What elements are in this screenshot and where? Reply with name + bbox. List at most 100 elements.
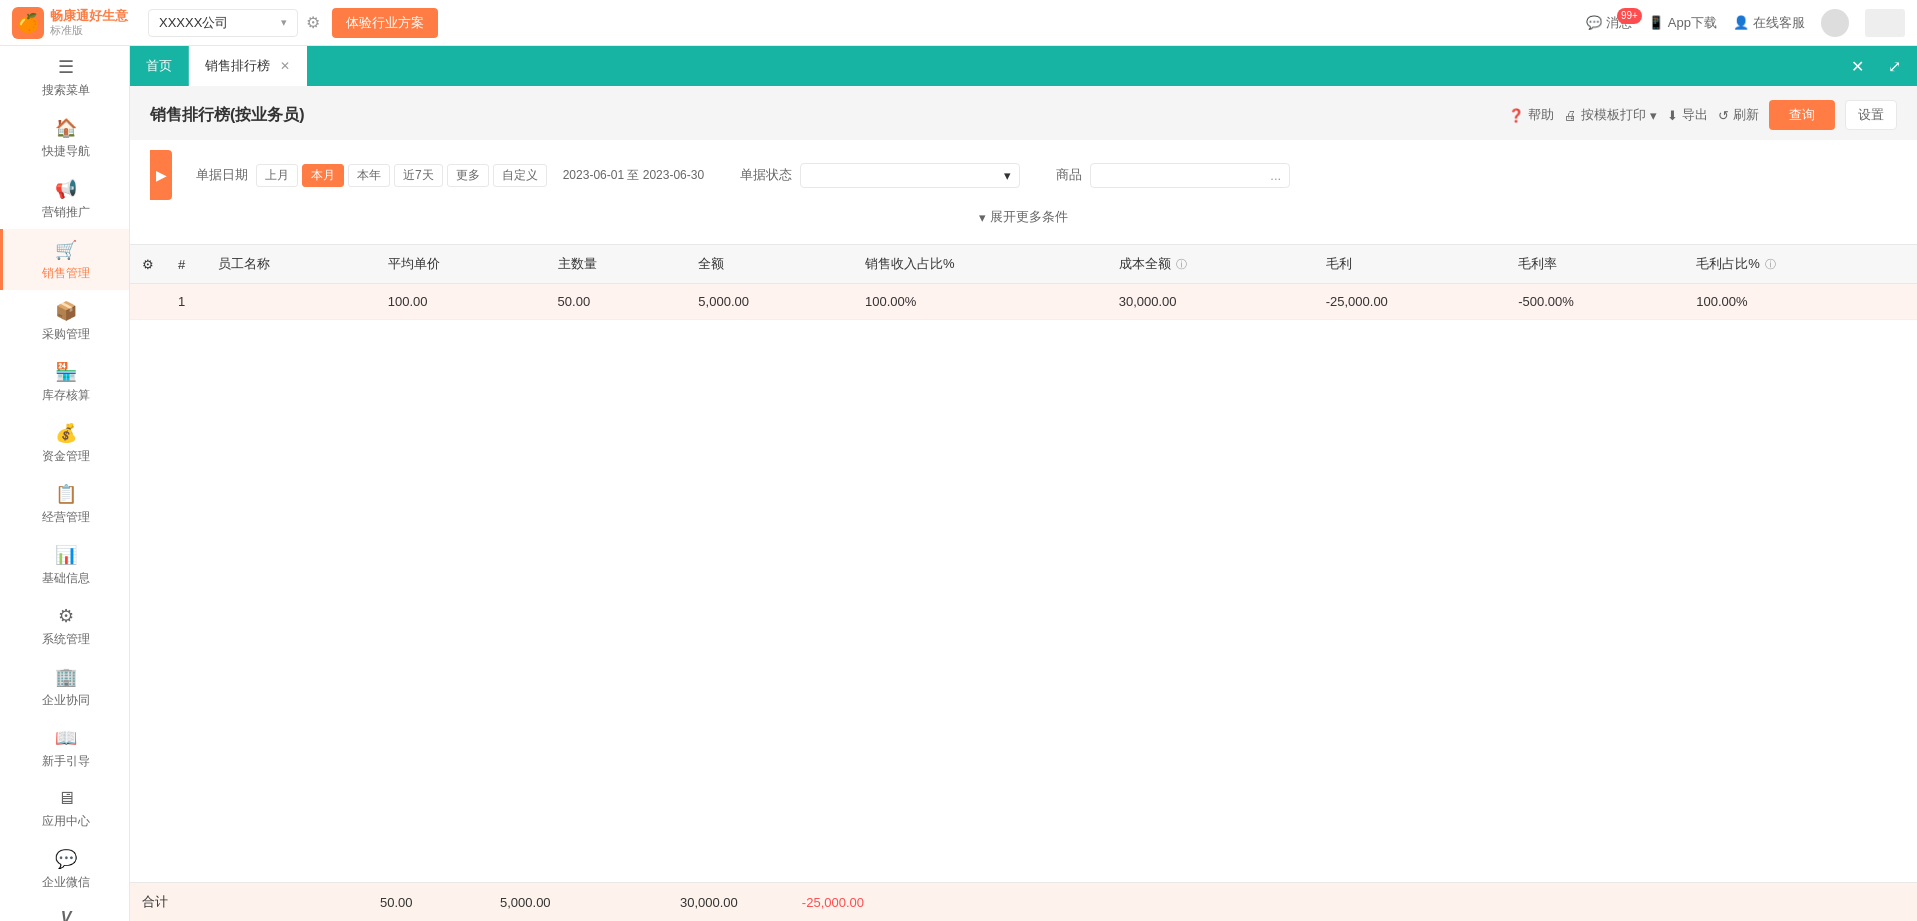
sidebar-item-app-center[interactable]: 🖥 应用中心 bbox=[0, 778, 129, 838]
basic-info-icon: 📊 bbox=[55, 544, 77, 566]
date-btn-last-month[interactable]: 上月 bbox=[256, 164, 298, 187]
date-btn-this-month[interactable]: 本月 bbox=[302, 164, 344, 187]
service-icon: 👤 bbox=[1733, 15, 1749, 30]
logo-title: 畅康通好生意 bbox=[50, 8, 128, 24]
date-range-buttons: 上月 本月 本年 近7天 更多 自定义 bbox=[256, 164, 547, 187]
th-settings[interactable]: ⚙ bbox=[130, 245, 166, 284]
date-btn-more[interactable]: 更多 bbox=[447, 164, 489, 187]
message-badge: 99+ bbox=[1617, 8, 1642, 24]
nav-expand-button[interactable]: ⤢ bbox=[1880, 57, 1909, 76]
app-download-button[interactable]: 📱 App下载 bbox=[1648, 14, 1717, 32]
refresh-button[interactable]: ↺ 刷新 bbox=[1718, 106, 1759, 124]
sidebar-item-label: 经营管理 bbox=[42, 509, 90, 526]
logo-text: 畅康通好生意 标准版 bbox=[50, 8, 128, 37]
sidebar-item-inventory[interactable]: 🏪 库存核算 bbox=[0, 351, 129, 412]
gross-pct-help-icon[interactable]: ⓘ bbox=[1765, 258, 1776, 270]
filter-area: ▶ 单据日期 上月 本月 本年 近7天 更多 自定义 2023-06-01 至 … bbox=[130, 140, 1917, 245]
sidebar-item-label: 基础信息 bbox=[42, 570, 90, 587]
sidebar-item-enterprise[interactable]: 🏢 企业协同 bbox=[0, 656, 129, 717]
query-button[interactable]: 查询 bbox=[1769, 100, 1835, 130]
sidebar-item-system[interactable]: ⚙ 系统管理 bbox=[0, 595, 129, 656]
row-main-qty: 50.00 bbox=[546, 284, 687, 320]
sidebar-item-search-order[interactable]: ☰ 搜索菜单 bbox=[0, 46, 129, 107]
th-gross: 毛利 bbox=[1314, 245, 1507, 284]
sidebar-item-sales[interactable]: 🛒 销售管理 bbox=[0, 229, 129, 290]
sales-ranking-tab-label: 销售排行榜 bbox=[205, 57, 270, 75]
sidebar-item-member[interactable]: V 畅会员 bbox=[0, 899, 129, 921]
online-service-button[interactable]: 👤 在线客服 bbox=[1733, 14, 1805, 32]
date-btn-this-year[interactable]: 本年 bbox=[348, 164, 390, 187]
th-amount: 全额 bbox=[686, 245, 853, 284]
expand-more-label: 展开更多条件 bbox=[990, 208, 1068, 226]
sidebar-item-guide[interactable]: 📖 新手引导 bbox=[0, 717, 129, 778]
nav-close-button[interactable]: ✕ bbox=[1843, 57, 1872, 76]
avatar[interactable] bbox=[1821, 9, 1849, 37]
home-tab-label: 首页 bbox=[146, 57, 172, 75]
goods-select[interactable]: ... bbox=[1090, 163, 1290, 188]
tab-home[interactable]: 首页 bbox=[130, 46, 189, 86]
footer-cost: 30,000.00 bbox=[668, 895, 750, 910]
capital-icon: 💰 bbox=[55, 422, 77, 444]
filter-arrow-button[interactable]: ▶ bbox=[150, 150, 172, 200]
sidebar-item-marketing[interactable]: 📢 营销推广 bbox=[0, 168, 129, 229]
table-body: 1 100.00 50.00 5,000.00 100.00% 30,000.0… bbox=[130, 284, 1917, 320]
date-btn-custom[interactable]: 自定义 bbox=[493, 164, 547, 187]
date-filter: 单据日期 上月 本月 本年 近7天 更多 自定义 bbox=[196, 164, 547, 187]
company-selector[interactable]: XXXXX公司 ▾ bbox=[148, 9, 298, 37]
template-print-button[interactable]: 🖨 按模板打印 ▾ bbox=[1564, 106, 1657, 124]
row-settings bbox=[130, 284, 166, 320]
table-footer: 合计 50.00 5,000.00 30,000.00 -25,000.00 bbox=[130, 882, 1917, 921]
goods-ellipsis: ... bbox=[1270, 168, 1281, 183]
sidebar-item-purchase[interactable]: 📦 采购管理 bbox=[0, 290, 129, 351]
page-actions: ❓ 帮助 🖨 按模板打印 ▾ ⬇ 导出 ↺ 刷新 bbox=[1508, 100, 1897, 130]
tab-close-icon[interactable]: ✕ bbox=[280, 59, 290, 73]
goods-filter: 商品 ... bbox=[1056, 163, 1290, 188]
app-center-icon: 🖥 bbox=[57, 788, 75, 809]
member-icon: V bbox=[61, 909, 72, 921]
status-label: 单据状态 bbox=[740, 166, 792, 184]
export-button[interactable]: ⬇ 导出 bbox=[1667, 106, 1708, 124]
sidebar-item-quick-nav[interactable]: 🏠 快捷导航 bbox=[0, 107, 129, 168]
th-avg-price: 平均单价 bbox=[376, 245, 546, 284]
cost-help-icon[interactable]: ⓘ bbox=[1176, 258, 1187, 270]
user-name-placeholder bbox=[1865, 9, 1905, 37]
status-select[interactable]: ▾ bbox=[800, 163, 1020, 188]
guide-icon: 📖 bbox=[55, 727, 77, 749]
tab-sales-ranking[interactable]: 销售排行榜 ✕ bbox=[189, 46, 307, 86]
print-icon: 🖨 bbox=[1564, 108, 1577, 123]
table-head: ⚙ # 员工名称 平均单价 主数量 全额 销售收入占比% 成本全额 ⓘ 毛利 毛… bbox=[130, 245, 1917, 284]
settings-icon[interactable]: ⚙ bbox=[306, 13, 320, 32]
logo-subtitle: 标准版 bbox=[50, 24, 128, 37]
inventory-icon: 🏪 bbox=[55, 361, 77, 383]
nav-tab-actions: ✕ ⤢ bbox=[1843, 46, 1917, 86]
company-name: XXXXX公司 bbox=[159, 14, 277, 32]
footer-label: 合计 bbox=[142, 893, 168, 911]
system-icon: ⚙ bbox=[58, 605, 74, 627]
th-main-qty: 主数量 bbox=[546, 245, 687, 284]
th-employee: 员工名称 bbox=[206, 245, 376, 284]
date-btn-7days[interactable]: 近7天 bbox=[394, 164, 443, 187]
sidebar-item-label: 快捷导航 bbox=[42, 143, 90, 160]
help-button[interactable]: ❓ 帮助 bbox=[1508, 106, 1554, 124]
expand-more-button[interactable]: ▾ 展开更多条件 bbox=[150, 200, 1897, 234]
footer-main-qty: 50.00 bbox=[368, 895, 448, 910]
sidebar-item-label: 应用中心 bbox=[42, 813, 90, 830]
sidebar-item-label: 营销推广 bbox=[42, 204, 90, 221]
footer-gross: -25,000.00 bbox=[790, 895, 876, 910]
sidebar-item-capital[interactable]: 💰 资金管理 bbox=[0, 412, 129, 473]
export-icon: ⬇ bbox=[1667, 108, 1678, 123]
sidebar-item-label: 采购管理 bbox=[42, 326, 90, 343]
footer-amount: 5,000.00 bbox=[488, 895, 568, 910]
sidebar-item-label: 销售管理 bbox=[42, 265, 90, 282]
quick-nav-icon: 🏠 bbox=[55, 117, 77, 139]
sidebar-item-operations[interactable]: 📋 经营管理 bbox=[0, 473, 129, 534]
sidebar-item-wechat[interactable]: 💬 企业微信 bbox=[0, 838, 129, 899]
message-button[interactable]: 💬 消息 99+ bbox=[1586, 14, 1632, 32]
refresh-icon: ↺ bbox=[1718, 108, 1729, 123]
table-header-row: ⚙ # 员工名称 平均单价 主数量 全额 销售收入占比% 成本全额 ⓘ 毛利 毛… bbox=[130, 245, 1917, 284]
th-gross-rate: 毛利率 bbox=[1506, 245, 1684, 284]
sidebar-item-basic-info[interactable]: 📊 基础信息 bbox=[0, 534, 129, 595]
settings-button[interactable]: 设置 bbox=[1845, 100, 1897, 130]
trial-button[interactable]: 体验行业方案 bbox=[332, 8, 438, 38]
app-icon: 📱 bbox=[1648, 15, 1664, 30]
